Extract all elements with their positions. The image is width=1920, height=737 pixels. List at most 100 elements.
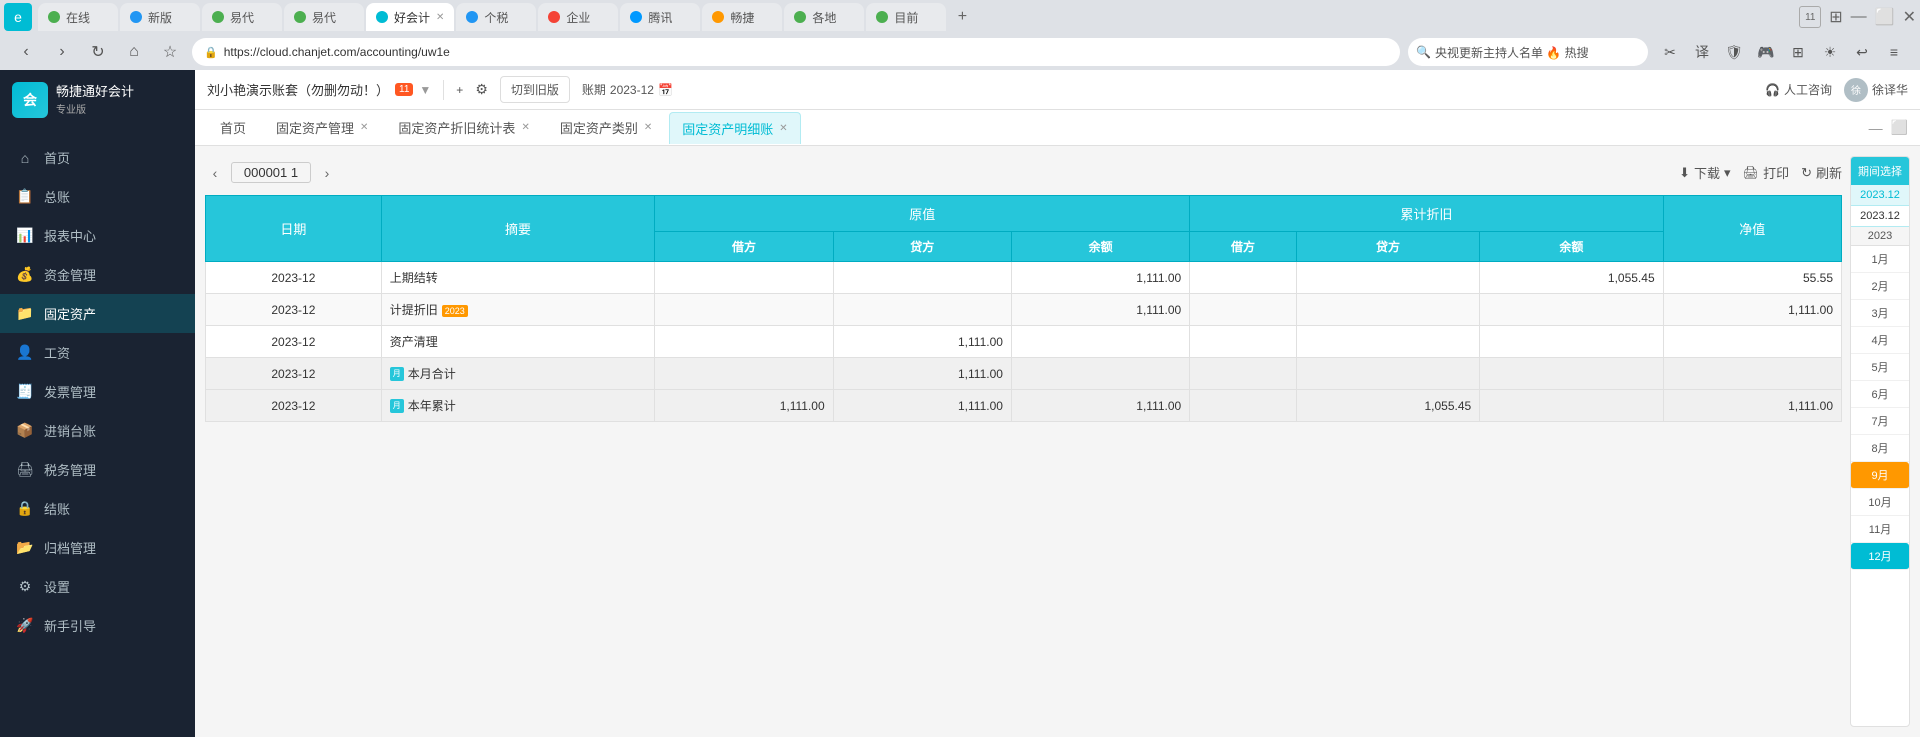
grid-icon[interactable]: ⊞	[1784, 38, 1812, 66]
period-item[interactable]: 1月	[1851, 246, 1909, 273]
search-box[interactable]: 🔍 央视更新主持人名单 🔥 热搜	[1408, 38, 1648, 66]
browser-close-btn[interactable]: ✕	[1903, 7, 1916, 27]
bookmark-button[interactable]: ☆	[156, 38, 184, 66]
archive-icon: 📂	[16, 539, 34, 557]
page-tab-home[interactable]: 首页	[207, 111, 259, 144]
service-btn[interactable]: 🎧 人工咨询	[1765, 81, 1832, 98]
sidebar-item-archive[interactable]: 📂 归档管理	[0, 528, 195, 567]
account-dropdown-icon[interactable]: ▼	[419, 83, 431, 97]
col-summary: 摘要	[381, 196, 655, 262]
sidebar-item-fixed-assets[interactable]: 📁 固定资产	[0, 294, 195, 333]
page-tab-assets-mgmt[interactable]: 固定资产管理 ✕	[263, 111, 381, 144]
period-item[interactable]: 8月	[1851, 435, 1909, 462]
add-account-btn[interactable]: +	[456, 83, 463, 97]
browser-extensions-btn[interactable]: ⊞	[1829, 7, 1842, 27]
sidebar-item-closing[interactable]: 🔒 结账	[0, 489, 195, 528]
tab-close-icon[interactable]: ✕	[521, 122, 529, 133]
page-tab-depreciation-stats[interactable]: 固定资产折旧统计表 ✕	[385, 111, 542, 144]
new-tab-button[interactable]: +	[948, 3, 976, 31]
page-tab-assets-category[interactable]: 固定资产类别 ✕	[547, 111, 665, 144]
period-item[interactable]: 10月	[1851, 489, 1909, 516]
tab-label: 各地	[812, 9, 836, 26]
next-page-btn[interactable]: ›	[317, 163, 337, 183]
sidebar-label: 进销台账	[44, 421, 96, 440]
tab-close-icon[interactable]: ✕	[644, 122, 652, 133]
tab-panel-expand-icon[interactable]: ⬜	[1891, 119, 1908, 136]
translate-icon[interactable]: 译	[1688, 38, 1716, 66]
divider	[443, 80, 444, 100]
shield-icon[interactable]: 🛡	[1720, 38, 1748, 66]
tab-close-icon[interactable]: ✕	[779, 123, 787, 134]
refresh-btn[interactable]: ↻ 刷新	[1801, 163, 1842, 182]
browser-tab-yidai2[interactable]: 易代	[284, 3, 364, 31]
sidebar-item-funds[interactable]: 💰 资金管理	[0, 255, 195, 294]
url-bar[interactable]: 🔒 https://cloud.chanjet.com/accounting/u…	[192, 38, 1400, 66]
period-item[interactable]: 7月	[1851, 408, 1909, 435]
sidebar-item-guide[interactable]: 🚀 新手引导	[0, 606, 195, 645]
browser-tab-tencent[interactable]: 腾讯	[620, 3, 700, 31]
sidebar-item-inventory[interactable]: 📦 进销台账	[0, 411, 195, 450]
period-selected-2: 2023.12	[1851, 206, 1909, 227]
tab-close-icon[interactable]: ✕	[436, 12, 444, 23]
download-label: 下载	[1694, 163, 1720, 182]
period-item[interactable]: 12月	[1851, 543, 1909, 570]
back-button[interactable]: ‹	[12, 38, 40, 66]
page-content: ‹ 000001 1 › ⬇ 下载 ▾	[195, 146, 1920, 737]
page-tabs: 首页 固定资产管理 ✕ 固定资产折旧统计表 ✕ 固定资产类别 ✕ 固定资产明细账…	[195, 110, 1920, 146]
tab-close-icon[interactable]: ✕	[360, 122, 368, 133]
sidebar-item-home[interactable]: ⌂ 首页	[0, 138, 195, 177]
period-item[interactable]: 9月	[1851, 462, 1909, 489]
scissors-icon[interactable]: ✂	[1656, 38, 1684, 66]
url-text: https://cloud.chanjet.com/accounting/uw1…	[224, 45, 450, 59]
browser-tab-muqian[interactable]: 目前	[866, 3, 946, 31]
reload-button[interactable]: ↻	[84, 38, 112, 66]
tab-favicon	[466, 11, 478, 23]
game-icon[interactable]: 🎮	[1752, 38, 1780, 66]
cell-dep-debit	[1190, 390, 1297, 422]
sidebar-item-settings[interactable]: ⚙ 设置	[0, 567, 195, 606]
forward-button[interactable]: ›	[48, 38, 76, 66]
sidebar-item-invoice[interactable]: 🧾 发票管理	[0, 372, 195, 411]
sidebar-item-salary[interactable]: 👤 工资	[0, 333, 195, 372]
print-btn[interactable]: 🖨 打印	[1743, 163, 1790, 182]
browser-tab-geshui[interactable]: 个税	[456, 3, 536, 31]
period-item[interactable]: 4月	[1851, 327, 1909, 354]
action-buttons: ⬇ 下载 ▾ 🖨 打印 ↻ 刷新	[1679, 163, 1842, 182]
col-orig-credit: 贷方	[833, 232, 1011, 262]
col-dep-debit: 借方	[1190, 232, 1297, 262]
browser-tab-gedi[interactable]: 各地	[784, 3, 864, 31]
browser-tab-yidai1[interactable]: 易代	[202, 3, 282, 31]
prev-page-btn[interactable]: ‹	[205, 163, 225, 183]
download-btn[interactable]: ⬇ 下载 ▾	[1679, 163, 1730, 182]
home-button[interactable]: ⌂	[120, 38, 148, 66]
browser-minimize-btn[interactable]: —	[1851, 8, 1867, 26]
cell-orig-debit	[655, 326, 833, 358]
tab-panel-collapse-icon[interactable]: —	[1869, 120, 1883, 136]
page-tab-assets-ledger[interactable]: 固定资产明细账 ✕	[669, 112, 800, 144]
browser-tab-haokuaiji[interactable]: 好会计 ✕	[366, 3, 454, 31]
sidebar-item-reports[interactable]: 📊 报表中心	[0, 216, 195, 255]
ledger-main: ‹ 000001 1 › ⬇ 下载 ▾	[205, 156, 1842, 727]
browser-tab-changjie[interactable]: 畅捷	[702, 3, 782, 31]
tab-label: 首页	[220, 118, 246, 137]
period-item[interactable]: 11月	[1851, 516, 1909, 543]
period-item[interactable]: 2月	[1851, 273, 1909, 300]
browser-maximize-btn[interactable]: ⬜	[1875, 7, 1895, 27]
period-item[interactable]: 6月	[1851, 381, 1909, 408]
brightness-icon[interactable]: ☀	[1816, 38, 1844, 66]
undo-icon[interactable]: ↩	[1848, 38, 1876, 66]
badge-11[interactable]: 11	[1799, 6, 1821, 28]
browser-toolbar: ✂ 译 🛡 🎮 ⊞ ☀ ↩ ≡	[1656, 38, 1908, 66]
browser-tab-online[interactable]: 在线	[38, 3, 118, 31]
settings-small-icon[interactable]: ⚙	[475, 81, 488, 98]
user-info[interactable]: 徐 徐译华	[1844, 78, 1908, 102]
browser-tab-new[interactable]: 新版	[120, 3, 200, 31]
period-item[interactable]: 5月	[1851, 354, 1909, 381]
browser-tab-qiye[interactable]: 企业	[538, 3, 618, 31]
switch-old-version-btn[interactable]: 切到旧版	[500, 76, 570, 103]
period-item[interactable]: 3月	[1851, 300, 1909, 327]
sidebar-item-general[interactable]: 📋 总账	[0, 177, 195, 216]
logo-icon: 会	[12, 82, 48, 118]
sidebar-item-tax[interactable]: 🖨 税务管理	[0, 450, 195, 489]
menu-icon[interactable]: ≡	[1880, 38, 1908, 66]
